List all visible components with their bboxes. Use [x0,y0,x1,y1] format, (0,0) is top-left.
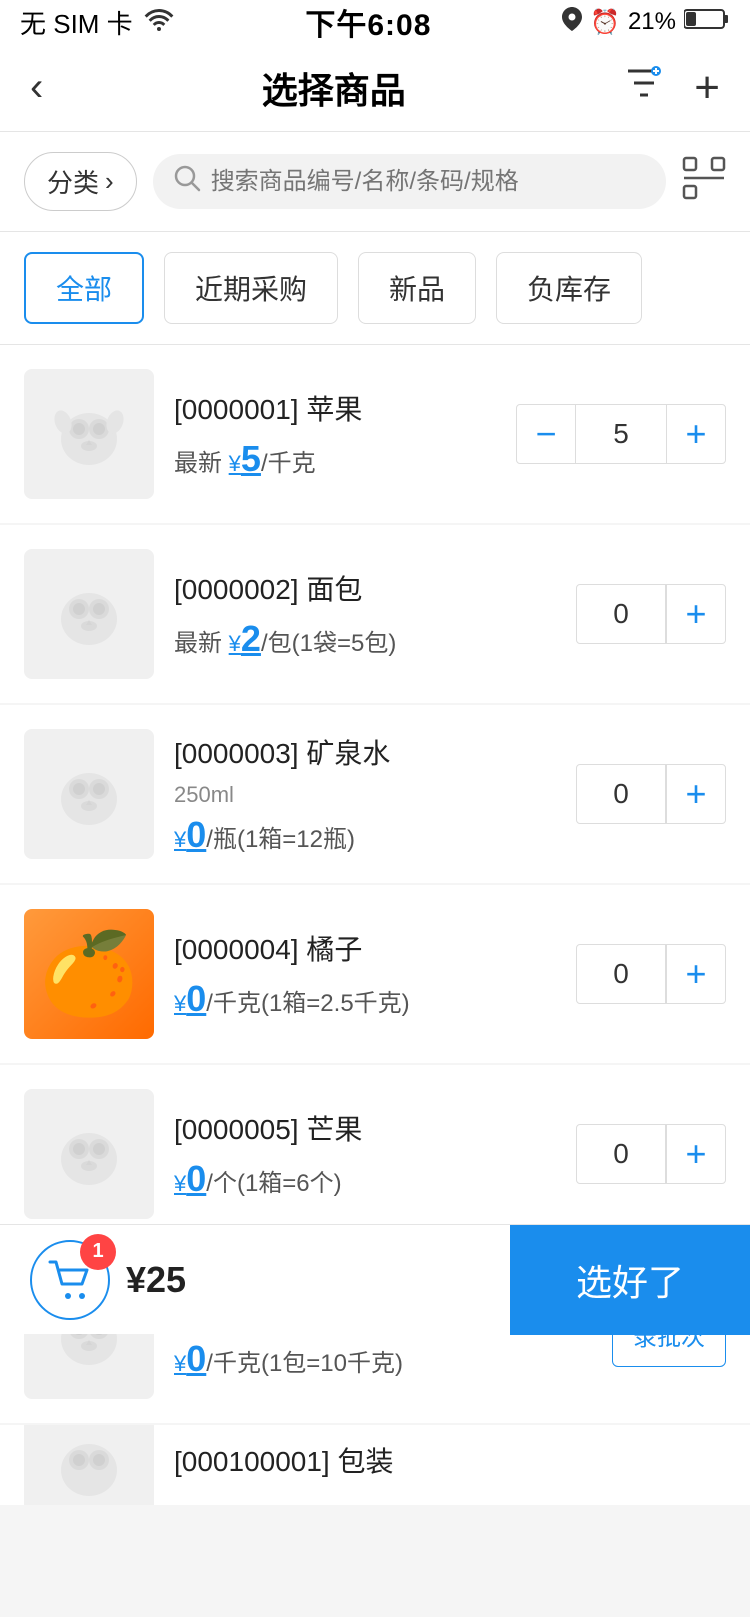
product-name: [0000005] 芒果 [174,1108,556,1148]
product-image: 🍊 [24,909,154,1039]
product-item: [0000002] 面包 最新 ¥2/包(1袋=5包) + [0,525,750,703]
product-item: [0000001] 苹果 最新 ¥5/千克 − + [0,345,750,523]
quantity-plus-button[interactable]: + [666,1124,726,1184]
status-bar: 无 SIM 卡 下午6:08 ⏰ 21% [0,0,750,44]
status-left: 无 SIM 卡 [20,4,175,41]
product-item: 🍊 [0000004] 橘子 ¥0/千克(1箱=2.5千克) + [0,885,750,1063]
product-image [24,729,154,859]
quantity-plus-button[interactable]: + [666,764,726,824]
location-icon [562,7,582,38]
quantity-input[interactable] [576,584,666,644]
cart-section: 1 ¥25 [0,1240,510,1320]
product-name: [0000001] 苹果 [174,388,496,428]
status-time: 下午6:08 [305,0,431,44]
quantity-plus-button[interactable]: + [666,584,726,644]
quantity-minus-button[interactable]: − [516,404,576,464]
wifi-icon [143,7,175,38]
filter-row: 分类 › [0,132,750,232]
tab-new[interactable]: 新品 [358,252,476,324]
product-image [24,549,154,679]
category-label: 分类 [47,163,99,200]
cart-total: ¥25 [126,1259,186,1301]
product-info: [0000004] 橘子 ¥0/千克(1箱=2.5千克) [174,928,556,1020]
product-price: ¥0/千克(1箱=2.5千克) [174,978,556,1020]
quantity-control: + [576,944,726,1004]
add-icon[interactable]: + [694,63,720,113]
product-name: [000100001] 包装 [174,1440,726,1480]
product-image [24,1089,154,1219]
status-right: ⏰ 21% [562,7,730,38]
product-image [24,1425,154,1505]
product-info: [0000005] 芒果 ¥0/个(1箱=6个) [174,1108,556,1200]
battery-icon [684,8,730,37]
product-price: ¥0/瓶(1箱=12瓶) [174,814,556,856]
product-item: [000100001] 包装 [0,1425,750,1505]
product-info: [0000002] 面包 最新 ¥2/包(1袋=5包) [174,568,556,660]
alarm-icon: ⏰ [590,8,620,37]
product-price: 最新 ¥2/包(1袋=5包) [174,618,556,660]
battery-text: 21% [628,8,676,36]
no-sim-text: 无 SIM 卡 [20,4,133,41]
product-item: [0000005] 芒果 ¥0/个(1箱=6个) + [0,1065,750,1243]
tabs-row: 全部 近期采购 新品 负库存 [0,232,750,345]
bottom-bar: 1 ¥25 选好了 [0,1224,750,1334]
product-price: ¥0/个(1箱=6个) [174,1158,556,1200]
product-image [24,369,154,499]
back-button[interactable]: ‹ [30,65,43,110]
product-item: [0000003] 矿泉水 250ml ¥0/瓶(1箱=12瓶) + [0,705,750,883]
product-info: [0000001] 苹果 最新 ¥5/千克 [174,388,496,480]
quantity-control: + [576,764,726,824]
confirm-button[interactable]: 选好了 [510,1225,750,1335]
scan-icon[interactable] [682,156,726,208]
product-price: 最新 ¥5/千克 [174,438,496,480]
quantity-control: + [576,584,726,644]
search-input[interactable] [211,168,646,196]
nav-actions: + [624,63,720,113]
page-title: 选择商品 [262,62,406,114]
search-box [153,154,666,209]
product-name: [0000003] 矿泉水 [174,732,556,772]
quantity-input[interactable] [576,944,666,1004]
tab-negative[interactable]: 负库存 [496,252,642,324]
quantity-control: − + [516,404,726,464]
search-icon [173,164,201,199]
tab-all[interactable]: 全部 [24,252,144,324]
quantity-input[interactable] [576,1124,666,1184]
tab-recent[interactable]: 近期采购 [164,252,338,324]
product-price: ¥0/千克(1包=10千克) [174,1338,592,1380]
cart-badge: 1 [80,1234,116,1270]
quantity-control: + [576,1124,726,1184]
filter-icon[interactable] [624,65,664,110]
quantity-input[interactable] [576,404,666,464]
product-name: [0000004] 橘子 [174,928,556,968]
nav-bar: ‹ 选择商品 + [0,44,750,132]
quantity-input[interactable] [576,764,666,824]
cart-icon-wrap[interactable]: 1 [30,1240,110,1320]
quantity-plus-button[interactable]: + [666,404,726,464]
category-button[interactable]: 分类 › [24,152,137,211]
product-info: [000100001] 包装 [174,1440,726,1490]
category-arrow: › [105,166,114,197]
product-spec: 250ml [174,782,556,808]
quantity-plus-button[interactable]: + [666,944,726,1004]
product-info: [0000003] 矿泉水 250ml ¥0/瓶(1箱=12瓶) [174,732,556,856]
product-name: [0000002] 面包 [174,568,556,608]
